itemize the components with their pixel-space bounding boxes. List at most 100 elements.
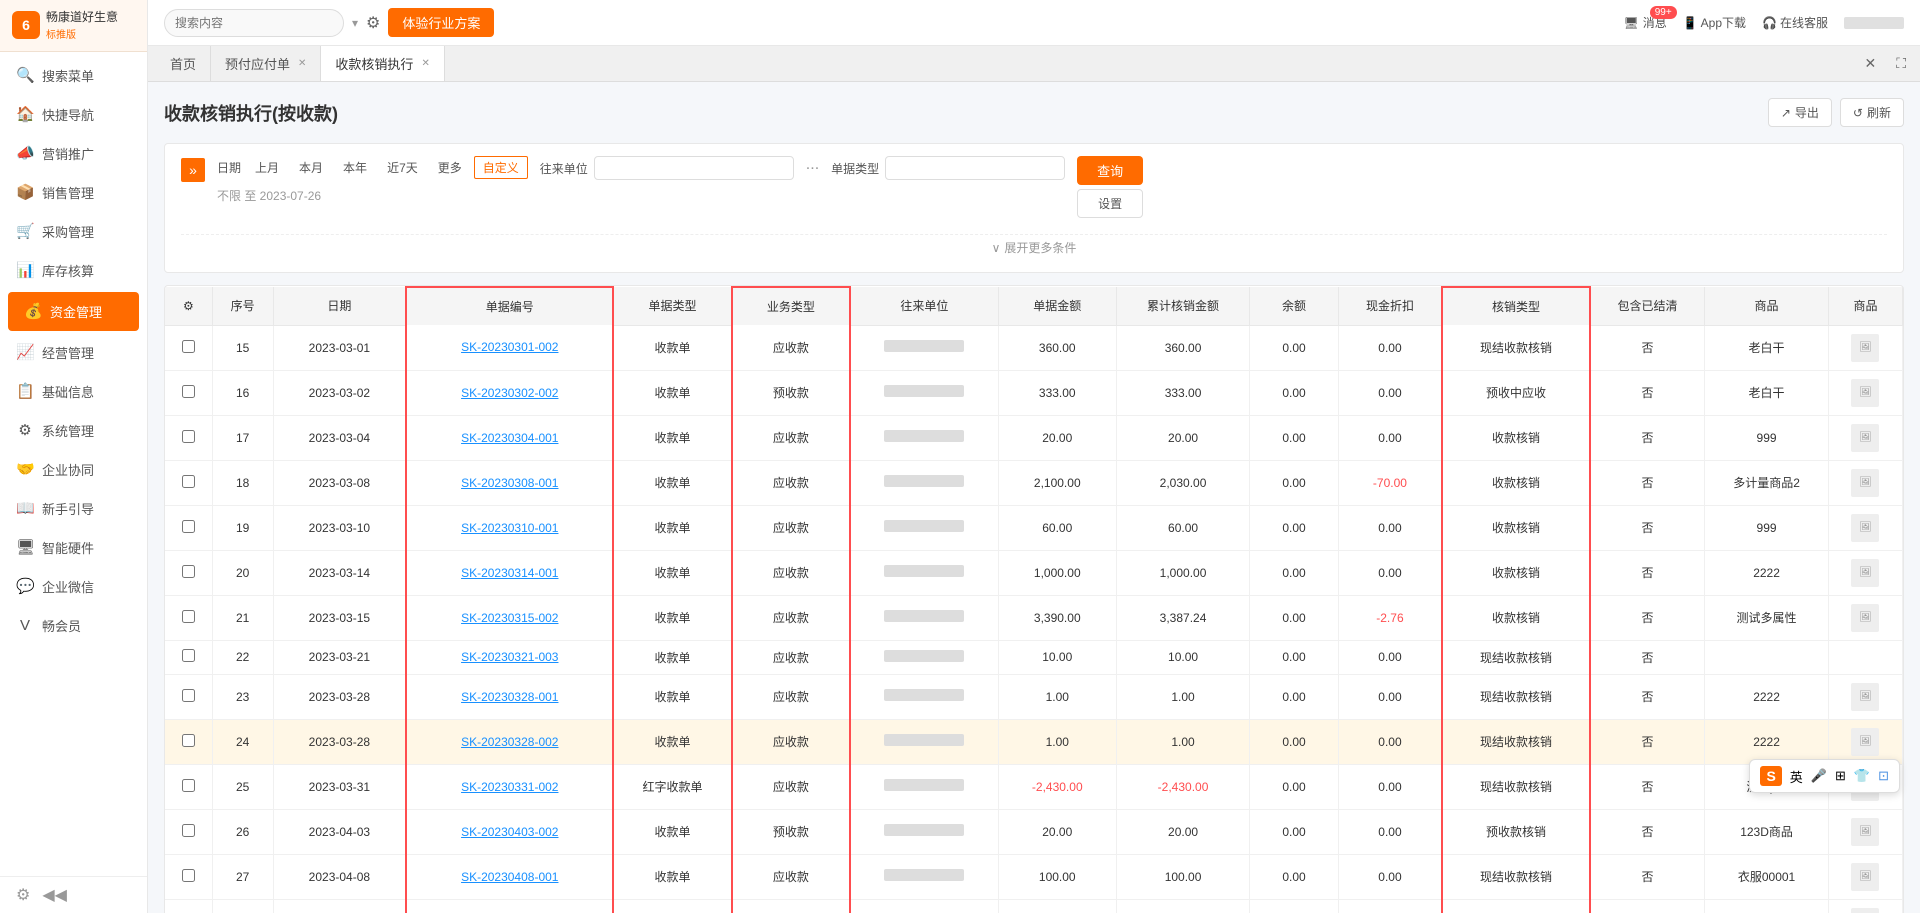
slip-no-link[interactable]: SK-20230302-002	[461, 386, 558, 400]
slip-no-link[interactable]: SK-20230403-002	[461, 825, 558, 839]
slip-no-link[interactable]: SK-20230301-002	[461, 340, 558, 354]
more-filters-button[interactable]: ...	[806, 156, 819, 174]
app-download-button[interactable]: 📱 App下载	[1683, 14, 1746, 31]
table-row[interactable]: 22 2023-03-21 SK-20230321-003 收款单 应收款 10…	[165, 640, 1903, 674]
slip-no-link[interactable]: SK-20230304-001	[461, 431, 558, 445]
cell-partner	[850, 550, 998, 595]
tab-close-all-button[interactable]: ✕	[1858, 53, 1882, 74]
sidebar-item-finance[interactable]: 💰资金管理	[8, 292, 139, 331]
expand-more-button[interactable]: ∨ 展开更多条件	[181, 234, 1887, 260]
slip-no-link[interactable]: SK-20230314-001	[461, 566, 558, 580]
table-row[interactable]: 18 2023-03-08 SK-20230308-001 收款单 应收款 2,…	[165, 460, 1903, 505]
table-row[interactable]: 24 2023-03-28 SK-20230328-002 收款单 应收款 1.…	[165, 719, 1903, 764]
tab-home[interactable]: 首页	[156, 46, 211, 81]
sidebar-item-system[interactable]: ⚙系统管理	[0, 411, 147, 450]
cell-no: 22	[212, 640, 273, 674]
sidebar-item-wechat[interactable]: 💬企业微信	[0, 567, 147, 606]
dropdown-arrow-icon[interactable]: ▾	[352, 16, 358, 30]
cell-checkbox[interactable]	[165, 854, 212, 899]
cell-product: 测试多属性	[1705, 595, 1829, 640]
float-shirt-icon[interactable]: 👕	[1854, 768, 1870, 784]
settings-icon[interactable]: ⚙	[16, 885, 30, 905]
float-mic-icon[interactable]: 🎤	[1811, 768, 1827, 784]
cell-checkbox[interactable]	[165, 415, 212, 460]
sidebar-item-hardware[interactable]: 🖥智能硬件	[0, 528, 147, 567]
user-info[interactable]	[1844, 17, 1904, 29]
sidebar-item-purchase[interactable]: 🛒采购管理	[0, 212, 147, 251]
date-btn-this-year[interactable]: 本年	[335, 156, 375, 179]
table-row[interactable]: 17 2023-03-04 SK-20230304-001 收款单 应收款 20…	[165, 415, 1903, 460]
cell-checkbox[interactable]	[165, 764, 212, 809]
slip-no-link[interactable]: SK-20230408-001	[461, 870, 558, 884]
sidebar-item-guide[interactable]: 📖新手引导	[0, 489, 147, 528]
solution-button[interactable]: 体验行业方案	[388, 8, 494, 37]
tab-prepay[interactable]: 预付应付单 ✕	[211, 46, 321, 81]
cell-checkbox[interactable]	[165, 809, 212, 854]
collapse-icon[interactable]: ◀◀	[42, 885, 67, 905]
slip-no-link[interactable]: SK-20230310-001	[461, 521, 558, 535]
col-header-settings[interactable]: ⚙	[165, 287, 212, 325]
cell-checkbox[interactable]	[165, 325, 212, 370]
sidebar-item-member[interactable]: V畅会员	[0, 606, 147, 645]
sidebar-item-search[interactable]: 🔍搜索菜单	[0, 56, 147, 95]
tab-collect-close-icon[interactable]: ✕	[421, 58, 429, 69]
float-grid-icon[interactable]: ⊞	[1835, 768, 1846, 784]
sidebar-item-basic[interactable]: 📋基础信息	[0, 372, 147, 411]
messages-button[interactable]: 🖥 消息 99+	[1623, 14, 1666, 31]
sidebar-item-quicknav[interactable]: 🏠快捷导航	[0, 95, 147, 134]
table-row[interactable]: 19 2023-03-10 SK-20230310-001 收款单 应收款 60…	[165, 505, 1903, 550]
partner-input[interactable]	[594, 156, 794, 180]
table-row[interactable]: 21 2023-03-15 SK-20230315-002 收款单 应收款 3,…	[165, 595, 1903, 640]
tab-prepay-close-icon[interactable]: ✕	[298, 58, 306, 69]
table-row[interactable]: 23 2023-03-28 SK-20230328-001 收款单 应收款 1.…	[165, 674, 1903, 719]
cell-checkbox[interactable]	[165, 550, 212, 595]
settings-button[interactable]: 设置	[1077, 189, 1143, 218]
cell-checkbox[interactable]	[165, 719, 212, 764]
date-btn-more[interactable]: 更多	[430, 156, 470, 179]
slip-no-link[interactable]: SK-20230331-002	[461, 780, 558, 794]
sidebar-item-inventory[interactable]: 📊库存核算	[0, 251, 147, 290]
cell-writeoff-amount: 1.00	[1116, 719, 1249, 764]
cell-checkbox[interactable]	[165, 505, 212, 550]
slip-no-link[interactable]: SK-20230308-001	[461, 476, 558, 490]
cell-checkbox[interactable]	[165, 370, 212, 415]
col-header-partner: 往来单位	[850, 287, 998, 325]
sidebar-item-operations[interactable]: 📈经营管理	[0, 333, 147, 372]
slip-no-link[interactable]: SK-20230321-003	[461, 650, 558, 664]
date-btn-7days[interactable]: 近7天	[379, 156, 426, 179]
float-brand-icon[interactable]: 英	[1790, 767, 1803, 786]
cell-checkbox[interactable]	[165, 899, 212, 913]
slip-no-link[interactable]: SK-20230315-002	[461, 611, 558, 625]
sidebar-item-enterprise[interactable]: 🤝企业协同	[0, 450, 147, 489]
cell-product-img: 🖼	[1828, 415, 1902, 460]
slip-no-link[interactable]: SK-20230328-002	[461, 735, 558, 749]
export-button[interactable]: ↗ 导出	[1768, 98, 1832, 127]
sidebar-item-sales[interactable]: 📦销售管理	[0, 173, 147, 212]
slip-no-link[interactable]: SK-20230328-001	[461, 690, 558, 704]
query-button[interactable]: 查询	[1077, 156, 1143, 185]
cell-checkbox[interactable]	[165, 640, 212, 674]
tab-collect[interactable]: 收款核销执行 ✕	[321, 46, 444, 81]
table-row[interactable]: 27 2023-04-08 SK-20230408-001 收款单 应收款 10…	[165, 854, 1903, 899]
float-apps-icon[interactable]: ⊡	[1878, 768, 1889, 784]
date-custom-button[interactable]: 自定义	[474, 156, 528, 179]
table-row[interactable]: 28 2023-04-18 SK-20230418-001 收款单 应收款 10…	[165, 899, 1903, 913]
online-service-button[interactable]: 🎧 在线客服	[1762, 14, 1828, 31]
sidebar-item-marketing[interactable]: 📣营销推广	[0, 134, 147, 173]
cell-checkbox[interactable]	[165, 460, 212, 505]
refresh-button[interactable]: ↺ 刷新	[1840, 98, 1904, 127]
table-row[interactable]: 20 2023-03-14 SK-20230314-001 收款单 应收款 1,…	[165, 550, 1903, 595]
date-btn-last-month[interactable]: 上月	[247, 156, 287, 179]
filter-collapse-button[interactable]: »	[181, 158, 205, 182]
tab-fullscreen-button[interactable]: ⛶	[1890, 53, 1912, 74]
global-search-input[interactable]	[164, 9, 344, 37]
table-row[interactable]: 26 2023-04-03 SK-20230403-002 收款单 预收款 20…	[165, 809, 1903, 854]
slip-type-select[interactable]	[885, 156, 1065, 180]
table-row[interactable]: 15 2023-03-01 SK-20230301-002 收款单 应收款 36…	[165, 325, 1903, 370]
date-btn-this-month[interactable]: 本月	[291, 156, 331, 179]
cell-checkbox[interactable]	[165, 674, 212, 719]
topbar-gear-icon[interactable]: ⚙	[366, 13, 380, 33]
table-row[interactable]: 16 2023-03-02 SK-20230302-002 收款单 预收款 33…	[165, 370, 1903, 415]
cell-checkbox[interactable]	[165, 595, 212, 640]
table-row[interactable]: 25 2023-03-31 SK-20230331-002 红字收款单 应收款 …	[165, 764, 1903, 809]
